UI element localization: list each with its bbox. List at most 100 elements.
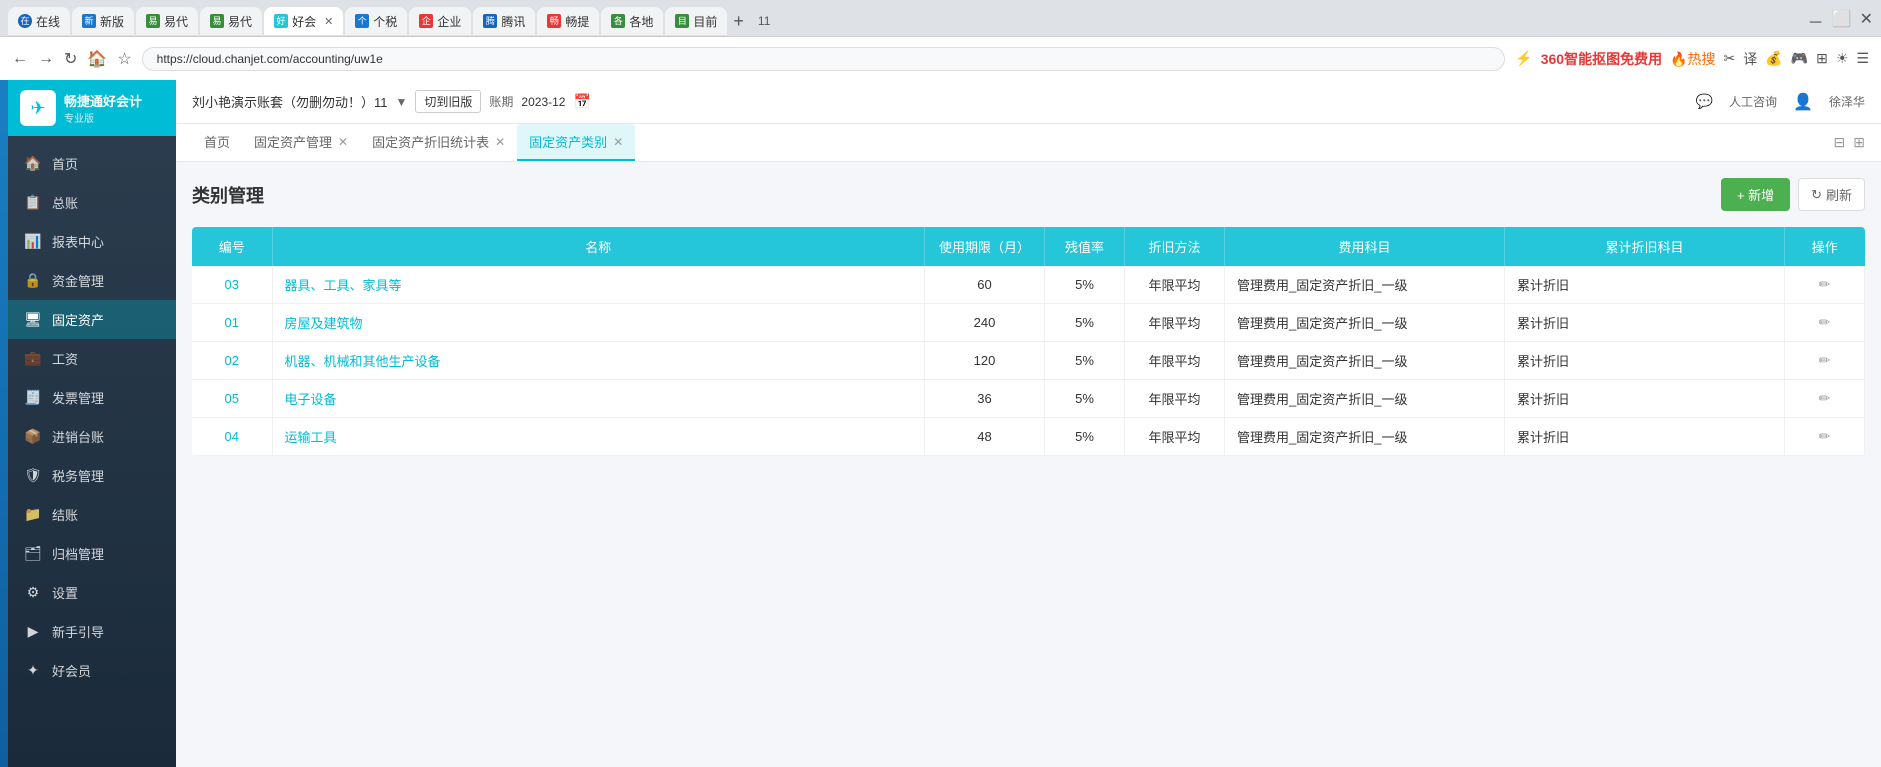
- forward-button[interactable]: →: [38, 50, 54, 68]
- tab-fixed-category[interactable]: 固定资产类别 ✕: [517, 124, 635, 161]
- tab-label-4: 好会: [292, 13, 316, 30]
- cell-action-2[interactable]: ✏: [1785, 342, 1865, 380]
- sidebar-item-home[interactable]: 🏠 首页: [8, 144, 176, 183]
- game-icon: 🎮: [1791, 50, 1808, 67]
- cell-cost-0: 管理费用_固定资产折旧_一级: [1225, 266, 1505, 304]
- cell-period-0: 60: [925, 266, 1045, 304]
- tab-home[interactable]: 首页: [192, 124, 242, 161]
- sidebar-label-tax: 税务管理: [52, 466, 104, 485]
- sidebar-label-ledger: 总账: [52, 193, 78, 212]
- edit-icon-2[interactable]: ✏: [1819, 352, 1831, 368]
- browser-tab-4[interactable]: 好 好会 ✕: [264, 7, 343, 35]
- page-title: 类别管理: [192, 182, 264, 208]
- add-button[interactable]: + 新增: [1721, 178, 1790, 211]
- cell-period-4: 48: [925, 418, 1045, 456]
- sidebar-item-ledger[interactable]: 📋 总账: [8, 183, 176, 222]
- sidebar-item-guide[interactable]: ▶ 新手引导: [8, 612, 176, 651]
- tab-favicon-4: 好: [274, 14, 288, 28]
- reload-button[interactable]: ↻: [64, 49, 77, 69]
- refresh-label: 刷新: [1826, 185, 1852, 204]
- tab-fixed-stats[interactable]: 固定资产折旧统计表 ✕: [360, 124, 517, 161]
- tax-icon: 🛡: [24, 467, 42, 484]
- browser-tab-7[interactable]: 腾 腾讯: [473, 7, 535, 35]
- tab-fixed-category-label: 固定资产类别: [529, 132, 607, 151]
- tab-fixed-stats-close[interactable]: ✕: [495, 135, 505, 149]
- tab-label-7: 腾讯: [501, 13, 525, 30]
- calendar-icon[interactable]: 📅: [573, 93, 590, 110]
- browser-tab-8[interactable]: 畅 畅提: [537, 7, 599, 35]
- tab-minimize-icon[interactable]: ⊟: [1834, 134, 1846, 151]
- sidebar-item-salary[interactable]: 💼 工资: [8, 339, 176, 378]
- settings-sidebar-icon: ⚙: [24, 584, 42, 601]
- sidebar-label-inventory: 进销台账: [52, 427, 104, 446]
- refresh-button[interactable]: ↻ 刷新: [1798, 178, 1865, 211]
- browser-tab-9[interactable]: 各 各地: [601, 7, 663, 35]
- switch-version-button[interactable]: 切到旧版: [415, 90, 481, 113]
- sidebar-item-reports[interactable]: 📊 报表中心: [8, 222, 176, 261]
- browser-tab-10[interactable]: 目 目前: [665, 7, 727, 35]
- logo-text-block: 畅捷通好会计 专业版: [64, 91, 142, 125]
- sidebar-item-member[interactable]: ✦ 好会员: [8, 651, 176, 690]
- finance-icon: 🔒: [24, 272, 42, 289]
- tab-label-5: 个税: [373, 13, 397, 30]
- menu-icon[interactable]: ☰: [1856, 50, 1869, 67]
- maximize-button[interactable]: ⬜: [1832, 9, 1852, 33]
- th-period: 使用期限（月）: [925, 227, 1045, 266]
- app-container: ✈ 畅捷通好会计 专业版 🏠 首页 📋 总账 📊 报表中心 🔒 资金管理: [0, 80, 1881, 767]
- sidebar-item-archive[interactable]: 🗂 归档管理: [8, 534, 176, 573]
- browser-tab-0[interactable]: 在 在线: [8, 7, 70, 35]
- cell-action-0[interactable]: ✏: [1785, 266, 1865, 304]
- ledger-icon: 📋: [24, 194, 42, 211]
- sidebar-item-inventory[interactable]: 📦 进销台账: [8, 417, 176, 456]
- cell-action-4[interactable]: ✏: [1785, 418, 1865, 456]
- new-tab-button[interactable]: +: [729, 11, 748, 32]
- consult-label[interactable]: 人工咨询: [1729, 93, 1777, 110]
- cell-action-1[interactable]: ✏: [1785, 304, 1865, 342]
- browser-tab-6[interactable]: 企 企业: [409, 7, 471, 35]
- edit-icon-3[interactable]: ✏: [1819, 390, 1831, 406]
- search-label: 360智能抠图免费用: [1541, 49, 1662, 69]
- close-button[interactable]: ✕: [1860, 9, 1873, 33]
- sidebar-item-finance[interactable]: 🔒 资金管理: [8, 261, 176, 300]
- tab-fixed-category-close[interactable]: ✕: [613, 135, 623, 149]
- sidebar-item-tax[interactable]: 🛡 税务管理: [8, 456, 176, 495]
- edit-icon-4[interactable]: ✏: [1819, 428, 1831, 444]
- table-row: 03 器具、工具、家具等 60 5% 年限平均 管理费用_固定资产折旧_一级 累…: [192, 266, 1865, 304]
- account-dropdown-icon[interactable]: ▼: [396, 95, 408, 109]
- sidebar-item-invoice[interactable]: 🧾 发票管理: [8, 378, 176, 417]
- browser-tab-1[interactable]: 新 新版: [72, 7, 134, 35]
- cell-cost-4: 管理费用_固定资产折旧_一级: [1225, 418, 1505, 456]
- tab-favicon-9: 各: [611, 14, 625, 28]
- cell-acc-2: 累计折旧: [1505, 342, 1785, 380]
- home-button[interactable]: 🏠: [87, 49, 107, 69]
- edit-icon-0[interactable]: ✏: [1819, 276, 1831, 292]
- browser-tab-2[interactable]: 易 易代: [136, 7, 198, 35]
- address-input[interactable]: [142, 47, 1506, 71]
- edit-icon-1[interactable]: ✏: [1819, 314, 1831, 330]
- sidebar-item-settings[interactable]: ⚙ 设置: [8, 573, 176, 612]
- sidebar-item-closing[interactable]: 📁 结账: [8, 495, 176, 534]
- settings-icon[interactable]: ☀: [1836, 50, 1849, 67]
- tab-expand-icon[interactable]: ⊞: [1853, 134, 1865, 151]
- th-id: 编号: [192, 227, 272, 266]
- content-area: 类别管理 + 新增 ↻ 刷新 编号 名称 使用期限（月） 残值率: [176, 162, 1881, 767]
- minimize-button[interactable]: －: [1808, 9, 1824, 33]
- cell-name-1: 房屋及建筑物: [272, 304, 925, 342]
- cell-method-2: 年限平均: [1125, 342, 1225, 380]
- back-button[interactable]: ←: [12, 50, 28, 68]
- tab-label-1: 新版: [100, 13, 124, 30]
- sidebar-item-fixed-assets[interactable]: 🖥 固定资产: [8, 300, 176, 339]
- tab-fixed-mgmt[interactable]: 固定资产管理 ✕: [242, 124, 360, 161]
- browser-tab-5[interactable]: 个 个税: [345, 7, 407, 35]
- guide-icon: ▶: [24, 623, 42, 640]
- address-bar: ← → ↻ 🏠 ☆ ⚡ 360智能抠图免费用 🔥热搜 ✂ 译 💰 🎮 ⊞ ☀ ☰: [0, 36, 1881, 80]
- action-buttons: + 新增 ↻ 刷新: [1721, 178, 1865, 211]
- bookmark-button[interactable]: ☆: [117, 49, 131, 69]
- browser-tab-3[interactable]: 易 易代: [200, 7, 262, 35]
- cell-action-3[interactable]: ✏: [1785, 380, 1865, 418]
- salary-icon: 💼: [24, 350, 42, 367]
- cell-acc-1: 累计折旧: [1505, 304, 1785, 342]
- tab-fixed-mgmt-close[interactable]: ✕: [338, 135, 348, 149]
- tab-close-4[interactable]: ✕: [324, 15, 333, 28]
- archive-icon: 🗂: [24, 545, 42, 562]
